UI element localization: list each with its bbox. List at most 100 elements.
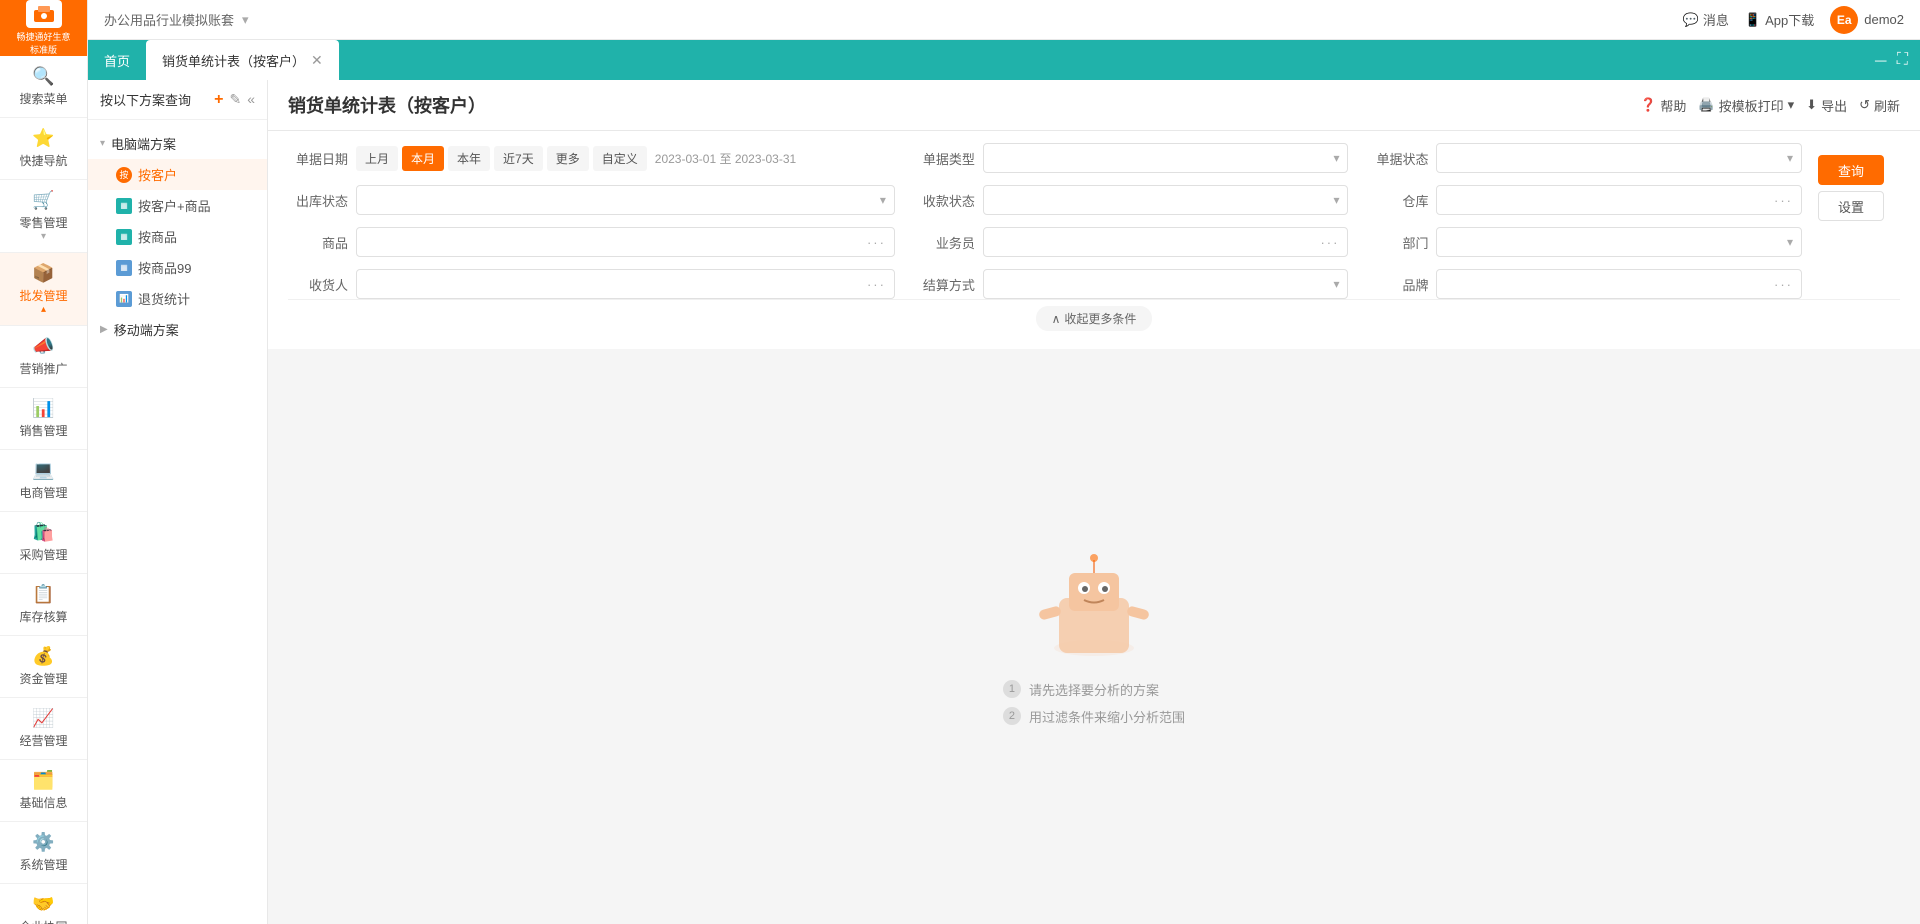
logo-icon bbox=[26, 0, 62, 28]
tree-group-mobile[interactable]: ▶ 移动端方案 bbox=[88, 314, 267, 345]
order-status-label: 单据状态 bbox=[1368, 149, 1428, 168]
tree-group-desktop[interactable]: ▾ 电脑端方案 bbox=[88, 128, 267, 159]
tab-sales-stats-label: 销货单统计表（按客户） bbox=[162, 51, 305, 70]
tab-sales-stats[interactable]: 销货单统计表（按客户） ✕ bbox=[146, 40, 339, 80]
order-type-chevron: ▾ bbox=[1333, 151, 1339, 165]
user-area[interactable]: Ea demo2 bbox=[1830, 6, 1904, 34]
app-download-icon: 📱 bbox=[1745, 12, 1761, 28]
warehouse-control[interactable]: ··· bbox=[1436, 185, 1802, 215]
collapse-button[interactable]: ∧ 收起更多条件 bbox=[1036, 306, 1153, 331]
sidebar-item-retail[interactable]: 🛒 零售管理 ▾ bbox=[0, 180, 88, 253]
order-status-control[interactable]: ▾ bbox=[1436, 143, 1802, 173]
sidebar-item-shortcuts[interactable]: ⭐ 快捷导航 bbox=[0, 118, 88, 180]
salesman-dots: ··· bbox=[1320, 235, 1339, 250]
refresh-btn[interactable]: ↺ 刷新 bbox=[1859, 96, 1900, 115]
date-btn-7days[interactable]: 近7天 bbox=[494, 146, 543, 171]
receipt-control[interactable]: ▾ bbox=[983, 185, 1349, 215]
sidebar-item-basic[interactable]: 🗂️ 基础信息 bbox=[0, 760, 88, 822]
logo-text: 畅捷通好生意 bbox=[16, 30, 70, 43]
tree-item-by-product99[interactable]: ▦ 按商品99 bbox=[88, 252, 267, 283]
query-button[interactable]: 查询 bbox=[1818, 155, 1884, 185]
settings-button[interactable]: 设置 bbox=[1818, 191, 1884, 221]
filter-main: 单据日期 上月 本月 本年 近7天 更多 自定义 2023-03-01 至 20… bbox=[288, 143, 1900, 299]
export-btn[interactable]: ⬇ 导出 bbox=[1806, 96, 1847, 115]
tree-item-by-customer[interactable]: 按 按客户 bbox=[88, 159, 267, 190]
tree-item-customer-label: 按客户 bbox=[138, 165, 177, 184]
product-control[interactable]: ··· bbox=[356, 227, 895, 257]
sidebar-item-ecommerce-label: 电商管理 bbox=[19, 484, 67, 501]
order-status-chevron: ▾ bbox=[1787, 151, 1793, 165]
sidebar-item-ecommerce[interactable]: 💻 电商管理 bbox=[0, 450, 88, 512]
tip-text-2: 用过滤条件来缩小分析范围 bbox=[1029, 707, 1185, 726]
app-download-label: App下载 bbox=[1765, 10, 1814, 29]
order-type-label: 单据类型 bbox=[915, 149, 975, 168]
tree-item-by-product[interactable]: ▦ 按商品 bbox=[88, 221, 267, 252]
department-control[interactable]: ▾ bbox=[1436, 227, 1802, 257]
product-dots: ··· bbox=[867, 235, 886, 250]
delivery-control[interactable]: ▾ bbox=[356, 185, 895, 215]
print-dropdown-icon[interactable]: ▾ bbox=[1788, 97, 1795, 113]
scheme-edit-icon[interactable]: ✎ bbox=[229, 91, 241, 109]
warehouse-dots: ··· bbox=[1774, 193, 1793, 208]
sidebar-item-purchase[interactable]: 🛍️ 采购管理 bbox=[0, 512, 88, 574]
empty-tip-2: 2 用过滤条件来缩小分析范围 bbox=[1003, 707, 1185, 726]
scheme-header-actions: + ✎ « bbox=[214, 91, 255, 109]
date-btn-this-month[interactable]: 本月 bbox=[402, 146, 444, 171]
receiver-label: 收货人 bbox=[288, 275, 348, 294]
payment-control[interactable]: ▾ bbox=[983, 269, 1349, 299]
help-label: 帮助 bbox=[1660, 96, 1686, 115]
payment-chevron: ▾ bbox=[1333, 277, 1339, 291]
sidebar-item-sales[interactable]: 📊 销售管理 bbox=[0, 388, 88, 450]
sidebar-item-cooperation-label: 企业协同 bbox=[19, 918, 67, 924]
export-icon: ⬇ bbox=[1806, 97, 1817, 113]
tree-item-return-stats[interactable]: 📊 退货统计 bbox=[88, 283, 267, 314]
date-btn-last-month[interactable]: 上月 bbox=[356, 146, 398, 171]
sidebar-item-marketing[interactable]: 📣 营销推广 bbox=[0, 326, 88, 388]
receiver-control[interactable]: ··· bbox=[356, 269, 895, 299]
scheme-collapse-icon[interactable]: « bbox=[247, 91, 255, 109]
tip-text-1: 请先选择要分析的方案 bbox=[1029, 680, 1159, 699]
sidebar-item-search[interactable]: 🔍 搜索菜单 bbox=[0, 56, 88, 118]
app-logo: 畅捷通好生意 标准版 bbox=[0, 0, 88, 56]
filter-department-item: 部门 ▾ bbox=[1368, 227, 1802, 257]
scheme-panel: 按以下方案查询 + ✎ « ▾ 电脑端方案 按 按客户 ▦ 按客户 bbox=[88, 80, 268, 924]
empty-tips: 1 请先选择要分析的方案 2 用过滤条件来缩小分析范围 bbox=[1003, 680, 1185, 726]
date-filter: 上月 本月 本年 近7天 更多 自定义 2023-03-01 至 2023-03… bbox=[356, 146, 895, 171]
sidebar-item-wholesale[interactable]: 📦 批发管理 ▴ bbox=[0, 253, 88, 326]
filter-order-type-item: 单据类型 ▾ bbox=[915, 143, 1349, 173]
sidebar-item-finance[interactable]: 💰 资金管理 bbox=[0, 636, 88, 698]
tab-minimize-icon[interactable]: － bbox=[1873, 48, 1889, 72]
brand-control[interactable]: ··· bbox=[1436, 269, 1802, 299]
filter-fields: 单据日期 上月 本月 本年 近7天 更多 自定义 2023-03-01 至 20… bbox=[288, 143, 1802, 299]
scheme-add-icon[interactable]: + bbox=[214, 91, 223, 109]
tree-item-product99-label: 按商品99 bbox=[138, 258, 191, 277]
sidebar-item-cooperation[interactable]: 🤝 企业协同 bbox=[0, 884, 88, 924]
collapse-label: 收起更多条件 bbox=[1064, 310, 1136, 327]
app-download-btn[interactable]: 📱 App下载 bbox=[1745, 10, 1814, 29]
order-type-control[interactable]: ▾ bbox=[983, 143, 1349, 173]
salesman-control[interactable]: ··· bbox=[983, 227, 1349, 257]
date-btn-this-year[interactable]: 本年 bbox=[448, 146, 490, 171]
message-btn[interactable]: 💬 消息 bbox=[1683, 10, 1729, 29]
delivery-chevron: ▾ bbox=[880, 193, 886, 207]
department-label: 部门 bbox=[1368, 233, 1428, 252]
print-btn[interactable]: 🖨️ 按模板打印 ▾ bbox=[1698, 96, 1794, 115]
tab-expand-icon[interactable]: ⛶ bbox=[1897, 51, 1908, 69]
help-btn[interactable]: ❓ 帮助 bbox=[1640, 96, 1686, 115]
date-btn-more[interactable]: 更多 bbox=[547, 146, 589, 171]
sidebar-item-inventory[interactable]: 📋 库存核算 bbox=[0, 574, 88, 636]
sales-icon: 📊 bbox=[32, 398, 54, 419]
sidebar-item-system[interactable]: ⚙️ 系统管理 bbox=[0, 822, 88, 884]
dropdown-icon[interactable]: ▾ bbox=[242, 12, 249, 28]
date-btn-custom[interactable]: 自定义 bbox=[593, 146, 647, 171]
filter-brand-item: 品牌 ··· bbox=[1368, 269, 1802, 299]
collapse-bar: ∧ 收起更多条件 bbox=[288, 299, 1900, 337]
tree-item-customer-product[interactable]: ▦ 按客户+商品 bbox=[88, 190, 267, 221]
tip-num-2: 2 bbox=[1003, 707, 1021, 725]
refresh-label: 刷新 bbox=[1874, 96, 1900, 115]
tab-close-icon[interactable]: ✕ bbox=[311, 52, 323, 69]
tab-home[interactable]: 首页 bbox=[88, 40, 146, 80]
sidebar-item-operation[interactable]: 📈 经营管理 bbox=[0, 698, 88, 760]
empty-state: 1 请先选择要分析的方案 2 用过滤条件来缩小分析范围 bbox=[268, 349, 1920, 924]
filter-right-buttons: 查询 设置 bbox=[1818, 143, 1900, 233]
